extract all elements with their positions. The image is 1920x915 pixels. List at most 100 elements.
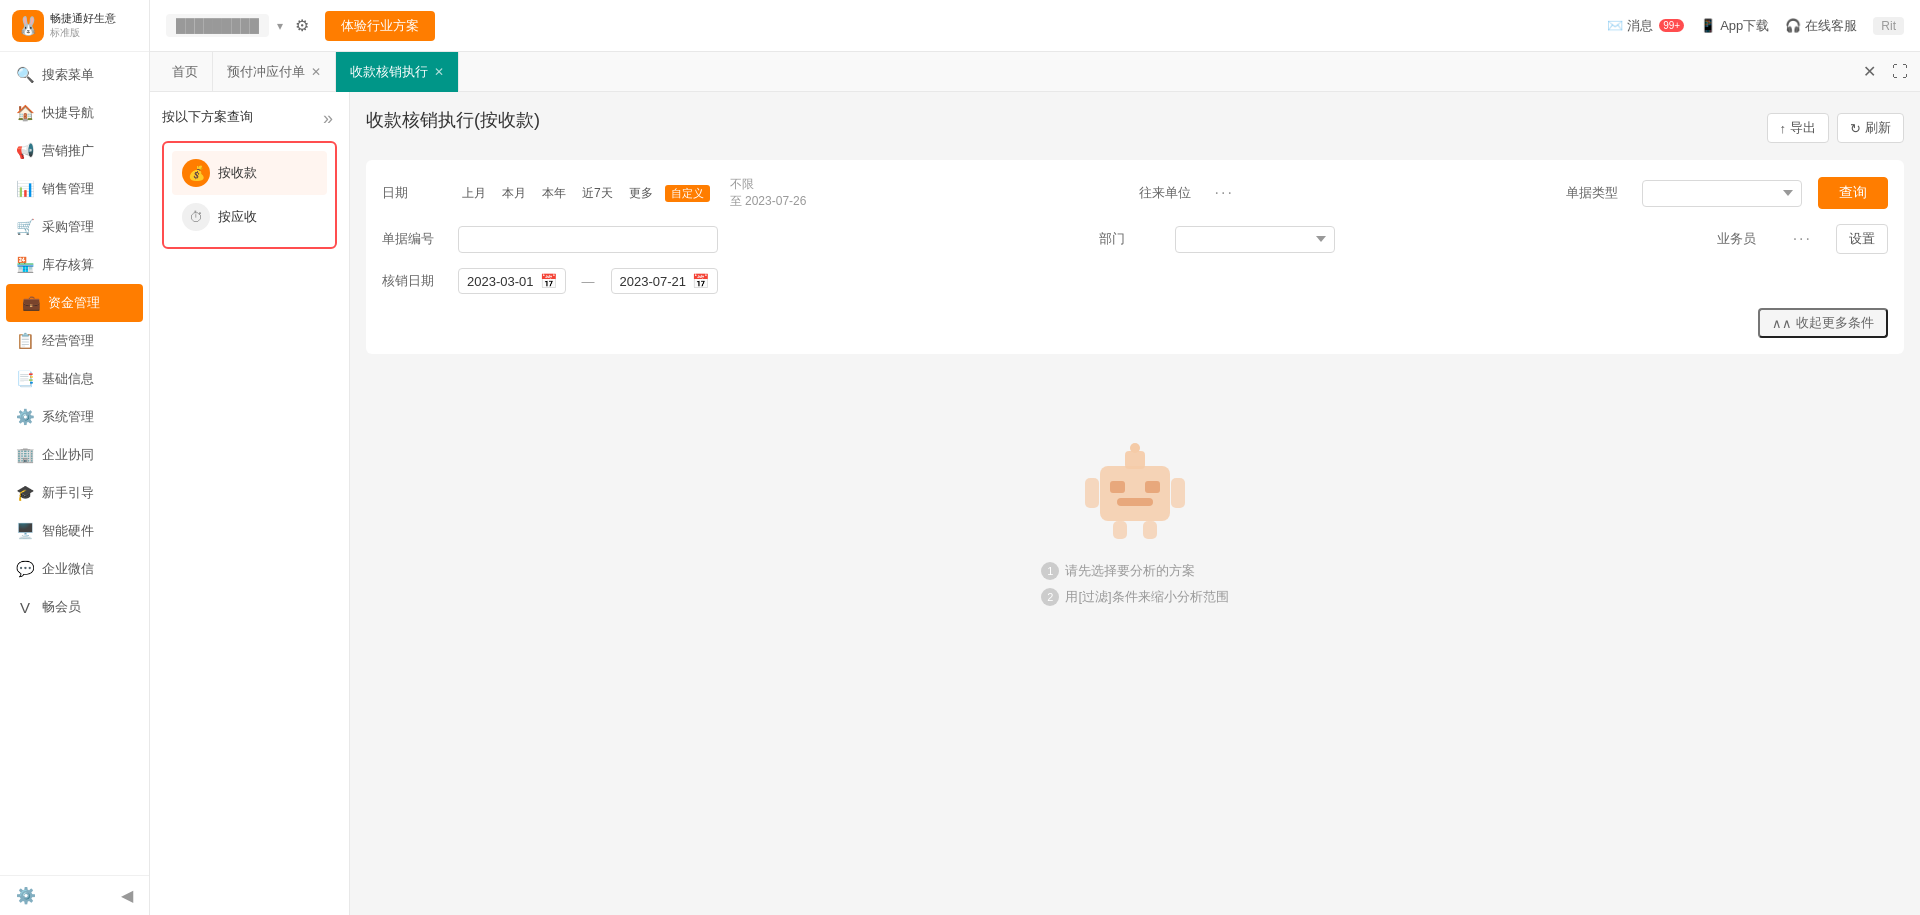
date-7days[interactable]: 近7天: [578, 183, 617, 204]
date-shortcuts: 上月 本月 本年 近7天 更多 自定义: [458, 183, 710, 204]
verify-date-start-field[interactable]: 2023-03-01 📅: [458, 268, 566, 294]
calendar-start-icon[interactable]: 📅: [540, 273, 557, 289]
page-body: 按以下方案查询 » 💰 按收款 ⏱ 按应收 收款核销执行(按收款): [150, 92, 1920, 915]
main-area: █████████ ▾ ⚙ 体验行业方案 ✉️ 消息 99+ 📱 App下载 🎧…: [150, 0, 1920, 915]
date-more[interactable]: 更多: [625, 183, 657, 204]
filter-receipt-icon: 💰: [182, 159, 210, 187]
brand-placeholder: █████████: [176, 18, 259, 33]
sidebar-item-marketing[interactable]: 📢 营销推广: [0, 132, 149, 170]
sidebar-item-enterprise[interactable]: 🏢 企业协同: [0, 436, 149, 474]
sidebar-item-wechat[interactable]: 💬 企业微信: [0, 550, 149, 588]
svg-rect-3: [1117, 498, 1153, 506]
settings-footer-icon[interactable]: ⚙️: [16, 886, 36, 905]
date-this-year[interactable]: 本年: [538, 183, 570, 204]
doc-no-input[interactable]: [458, 226, 718, 253]
filter-receipt-label: 按收款: [218, 164, 257, 182]
operations-icon: 📋: [16, 332, 34, 350]
tab-prepay-conflict[interactable]: 预付冲应付单 ✕: [213, 52, 336, 92]
online-service-item[interactable]: 🎧 在线客服: [1785, 17, 1857, 35]
date-range-separator: —: [582, 274, 595, 289]
chevron-down-icon[interactable]: ▾: [277, 19, 283, 33]
collapse-more-button[interactable]: ∧∧ 收起更多条件: [1758, 308, 1888, 338]
svg-rect-1: [1110, 481, 1125, 493]
wechat-icon: 💬: [16, 560, 34, 578]
empty-tip-2: 用[过滤]条件来缩小分析范围: [1065, 584, 1228, 610]
app-edition: 标准版: [50, 26, 116, 40]
online-service-label: 在线客服: [1805, 17, 1857, 35]
counterparty-label: 往来单位: [1139, 184, 1199, 202]
sidebar-item-finance[interactable]: 💼 资金管理: [6, 284, 143, 322]
salesperson-picker-btn[interactable]: ···: [1793, 230, 1812, 248]
sidebar-item-operations[interactable]: 📋 经营管理: [0, 322, 149, 360]
sidebar-item-smart-hw[interactable]: 🖥️ 智能硬件: [0, 512, 149, 550]
sidebar-item-basic-info[interactable]: 📑 基础信息: [0, 360, 149, 398]
counterparty-picker-btn[interactable]: ···: [1215, 184, 1234, 202]
date-prev-month[interactable]: 上月: [458, 183, 490, 204]
filter-form: 日期 上月 本月 本年 近7天 更多 自定义 不限 至 2023-07-26: [366, 160, 1904, 354]
sidebar-label-enterprise: 企业协同: [42, 446, 94, 464]
svg-rect-8: [1113, 521, 1127, 539]
expand-tab-btn[interactable]: ⛶: [1888, 58, 1912, 85]
filter-receivable-label: 按应收: [218, 208, 257, 226]
solution-button[interactable]: 体验行业方案: [325, 11, 435, 41]
doc-type-label: 单据类型: [1566, 184, 1626, 202]
basic-info-icon: 📑: [16, 370, 34, 388]
gear-icon[interactable]: ⚙: [295, 16, 309, 35]
messages-item[interactable]: ✉️ 消息 99+: [1607, 17, 1684, 35]
svg-rect-0: [1100, 466, 1170, 521]
finance-icon: 💼: [22, 294, 40, 312]
tab-receipt-verify[interactable]: 收款核销执行 ✕: [336, 52, 459, 92]
sidebar-label-finance: 资金管理: [48, 294, 100, 312]
guide-icon: 🎓: [16, 484, 34, 502]
sidebar-label-wechat: 企业微信: [42, 560, 94, 578]
filter-option-by-receipt[interactable]: 💰 按收款: [172, 151, 327, 195]
empty-state: 1 请先选择要分析的方案 2 用[过滤]条件来缩小分析范围: [366, 366, 1904, 670]
tab-home-label: 首页: [172, 63, 198, 81]
sidebar-item-search[interactable]: 🔍 搜索菜单: [0, 56, 149, 94]
svg-point-5: [1130, 443, 1140, 453]
verify-date-label: 核销日期: [382, 272, 442, 290]
sidebar-item-member[interactable]: V 畅会员: [0, 588, 149, 626]
department-select[interactable]: [1175, 226, 1335, 253]
content-area: 收款核销执行(按收款) ↑ 导出 ↻ 刷新 日期: [350, 92, 1920, 915]
filter-option-by-receivable[interactable]: ⏱ 按应收: [172, 195, 327, 239]
page-top-actions: ↑ 导出 ↻ 刷新: [1767, 113, 1905, 143]
enterprise-icon: 🏢: [16, 446, 34, 464]
sidebar-item-purchase[interactable]: 🛒 采购管理: [0, 208, 149, 246]
filter-receivable-icon: ⏱: [182, 203, 210, 231]
sidebar-item-guide[interactable]: 🎓 新手引导: [0, 474, 149, 512]
verify-date-end-field[interactable]: 2023-07-21 📅: [611, 268, 719, 294]
tab-home[interactable]: 首页: [158, 52, 213, 92]
empty-tips: 1 请先选择要分析的方案 2 用[过滤]条件来缩小分析范围: [1041, 558, 1228, 610]
doc-type-select[interactable]: [1642, 180, 1802, 207]
app-download-item[interactable]: 📱 App下载: [1700, 17, 1769, 35]
logo-icon: 🐰: [12, 10, 44, 42]
svg-rect-9: [1143, 521, 1157, 539]
sidebar-label-basic-info: 基础信息: [42, 370, 94, 388]
tab-receipt-close-icon[interactable]: ✕: [434, 65, 444, 79]
calendar-end-icon[interactable]: 📅: [692, 273, 709, 289]
user-avatar[interactable]: Rit: [1873, 17, 1904, 35]
doc-no-label: 单据编号: [382, 230, 442, 248]
tab-bar-actions: ✕ ⛶: [1859, 58, 1912, 85]
sidebar-item-sales[interactable]: 📊 销售管理: [0, 170, 149, 208]
search-icon: 🔍: [16, 66, 34, 84]
top-header: █████████ ▾ ⚙ 体验行业方案 ✉️ 消息 99+ 📱 App下载 🎧…: [150, 0, 1920, 52]
sidebar-label-shortcuts: 快捷导航: [42, 104, 94, 122]
sidebar-item-inventory[interactable]: 🏪 库存核算: [0, 246, 149, 284]
collapse-sidebar-icon[interactable]: ◀: [121, 886, 133, 905]
filter-sidebar-collapse-icon[interactable]: »: [319, 104, 337, 133]
sidebar-item-shortcuts[interactable]: 🏠 快捷导航: [0, 94, 149, 132]
query-button[interactable]: 查询: [1818, 177, 1888, 209]
refresh-button[interactable]: ↻ 刷新: [1837, 113, 1904, 143]
tab-prepay-close-icon[interactable]: ✕: [311, 65, 321, 79]
export-button[interactable]: ↑ 导出: [1767, 113, 1830, 143]
date-this-month[interactable]: 本月: [498, 183, 530, 204]
close-tab-btn[interactable]: ✕: [1859, 58, 1880, 85]
sidebar-label-member: 畅会员: [42, 598, 81, 616]
svg-rect-7: [1171, 478, 1185, 508]
date-custom-tag[interactable]: 自定义: [665, 185, 710, 202]
sidebar-item-system[interactable]: ⚙️ 系统管理: [0, 398, 149, 436]
settings-button[interactable]: 设置: [1836, 224, 1888, 254]
member-icon: V: [16, 599, 34, 616]
